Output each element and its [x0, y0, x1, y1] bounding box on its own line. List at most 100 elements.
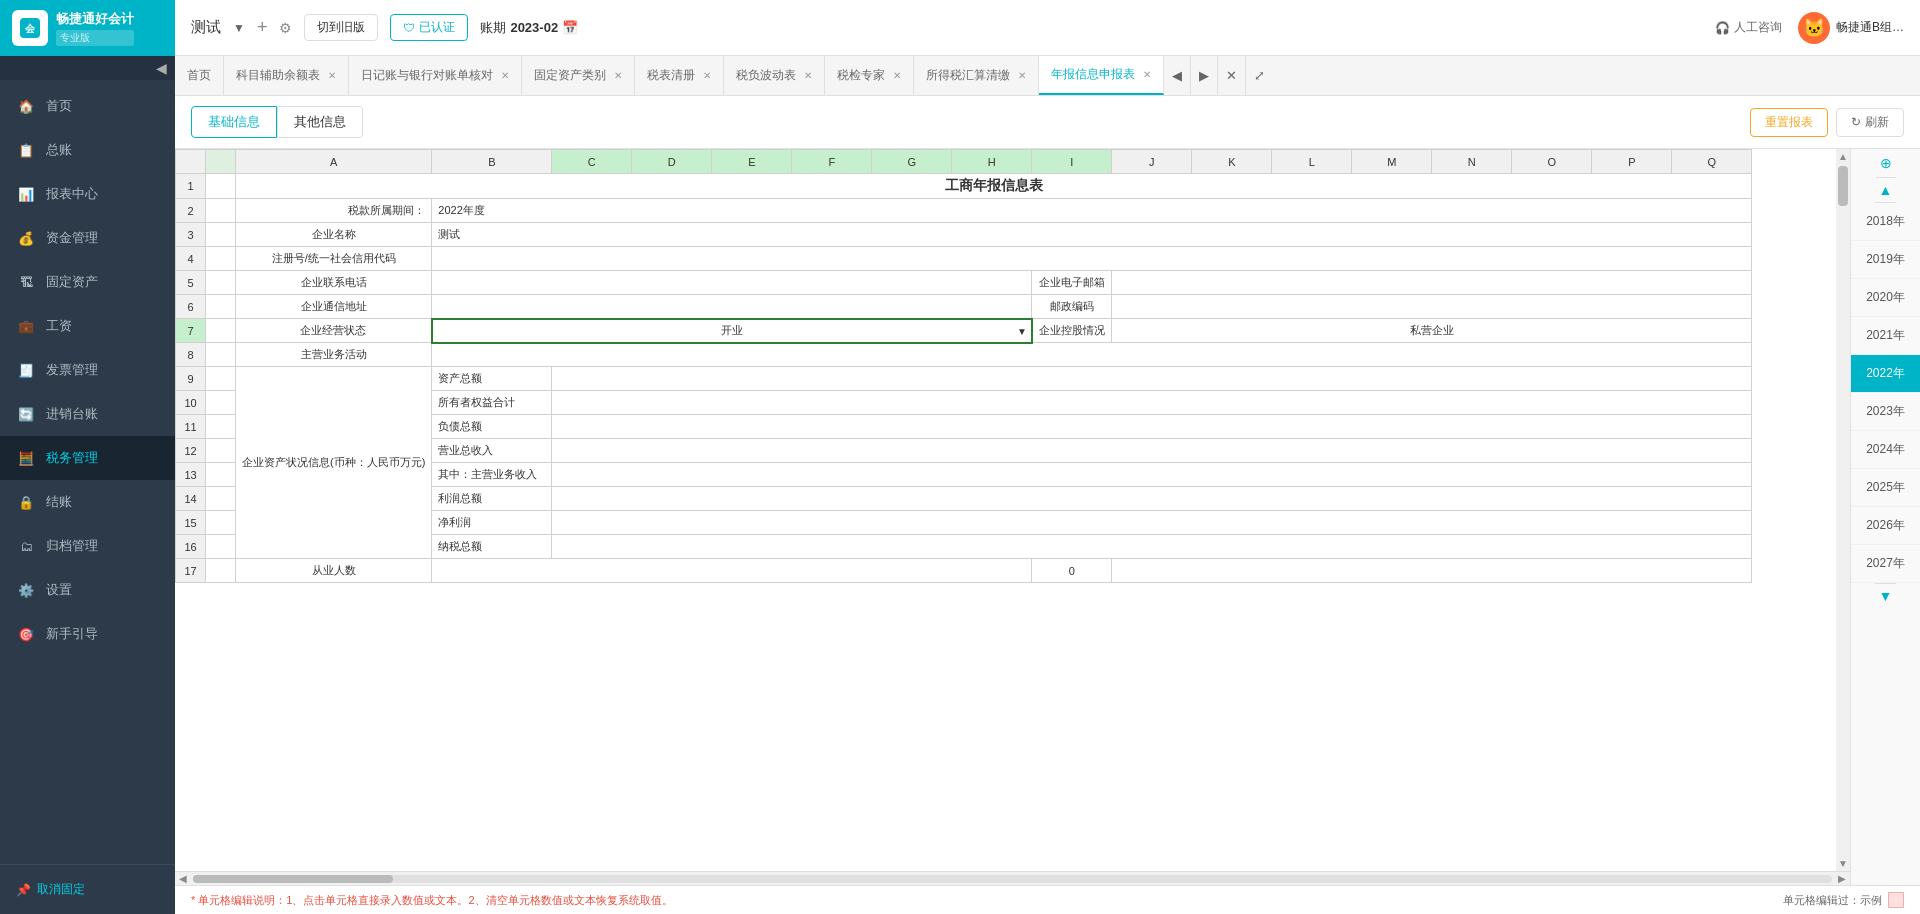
tab-close-icon[interactable]: ✕	[703, 70, 711, 81]
cell-17-J[interactable]: 0	[1032, 559, 1112, 583]
topbar-dropdown-btn[interactable]: ▼	[233, 21, 245, 35]
tab-home[interactable]: 首页	[175, 56, 224, 95]
horizontal-scrollbar[interactable]: ◀ ▶	[175, 871, 1850, 885]
cell-8-A[interactable]: 主营业务活动	[236, 343, 432, 367]
tab-close-icon[interactable]: ✕	[1018, 70, 1026, 81]
col-header-M[interactable]: M	[1352, 150, 1432, 174]
cell-13-C[interactable]	[552, 463, 1752, 487]
cell-11-B[interactable]: 负债总额	[432, 415, 552, 439]
cell-16-B[interactable]: 纳税总额	[432, 535, 552, 559]
col-header-L[interactable]: L	[1272, 150, 1352, 174]
cell-14-B[interactable]: 利润总额	[432, 487, 552, 511]
cell-7-A[interactable]: 企业经营状态	[236, 319, 432, 343]
cell-5-B[interactable]	[432, 271, 1032, 295]
tab-income-tax[interactable]: 所得税汇算清缴 ✕	[914, 56, 1039, 95]
cell-6-A[interactable]: 企业通信地址	[236, 295, 432, 319]
year-item-2021[interactable]: 2021年	[1851, 317, 1920, 355]
col-header-H[interactable]: H	[952, 150, 1032, 174]
cell-17-K[interactable]	[1112, 559, 1752, 583]
sidebar-item-ledger[interactable]: 📋 总账	[0, 128, 175, 172]
sidebar-item-tax[interactable]: 🧮 税务管理	[0, 436, 175, 480]
tab-close-all-btn[interactable]: ✕	[1218, 56, 1246, 95]
tab-annual-report[interactable]: 年报信息申报表 ✕	[1039, 56, 1164, 95]
calendar-icon[interactable]: 📅	[562, 20, 578, 35]
scroll-right-btn[interactable]: ▶	[1834, 873, 1850, 884]
cell-4-0[interactable]	[206, 247, 236, 271]
cell-5-J[interactable]: 企业电子邮箱	[1032, 271, 1112, 295]
pin-button[interactable]: 📌 取消固定	[16, 873, 159, 906]
col-header-F[interactable]: F	[792, 150, 872, 174]
cell-title[interactable]: 工商年报信息表	[236, 174, 1752, 199]
tab-tax-expert[interactable]: 税检专家 ✕	[825, 56, 914, 95]
cell-7-B-dropdown[interactable]: 开业 ▼	[432, 319, 1032, 343]
cell-15-C[interactable]	[552, 511, 1752, 535]
sheet-inner[interactable]: A B C D E F G H I J	[175, 149, 1836, 871]
tab-prev-btn[interactable]: ◀	[1164, 56, 1191, 95]
cell-17-B[interactable]	[432, 559, 1032, 583]
year-item-2022[interactable]: 2022年	[1851, 355, 1920, 393]
scroll-left-btn[interactable]: ◀	[175, 873, 191, 884]
cell-5-A[interactable]: 企业联系电话	[236, 271, 432, 295]
col-header-G[interactable]: G	[872, 150, 952, 174]
sidebar-item-salary[interactable]: 💼 工资	[0, 304, 175, 348]
year-item-2026[interactable]: 2026年	[1851, 507, 1920, 545]
cell-1-0[interactable]	[206, 174, 236, 199]
year-item-2024[interactable]: 2024年	[1851, 431, 1920, 469]
sidebar-item-settings[interactable]: ⚙️ 设置	[0, 568, 175, 612]
year-scroll-up-btn[interactable]: ⊕	[1876, 149, 1896, 178]
cell-7-J[interactable]: 企业控股情况	[1032, 319, 1112, 343]
refresh-btn[interactable]: ↻ 刷新	[1836, 108, 1904, 137]
scroll-up-btn[interactable]: ▲	[1836, 149, 1850, 164]
cell-9-B[interactable]: 资产总额	[432, 367, 552, 391]
sidebar-item-guide[interactable]: 🎯 新手引导	[0, 612, 175, 656]
sidebar-item-home[interactable]: 🏠 首页	[0, 84, 175, 128]
tab-auxiliary-balance[interactable]: 科目辅助余额表 ✕	[224, 56, 349, 95]
tab-close-icon[interactable]: ✕	[1143, 69, 1151, 80]
user-menu[interactable]: 🐱 畅捷通B组…	[1798, 12, 1904, 44]
sidebar-item-purchase[interactable]: 🔄 进销台账	[0, 392, 175, 436]
year-item-2020[interactable]: 2020年	[1851, 279, 1920, 317]
tab-bank-reconcile[interactable]: 日记账与银行对账单核对 ✕	[349, 56, 522, 95]
cell-6-J[interactable]: 邮政编码	[1032, 295, 1112, 319]
cell-13-0[interactable]	[206, 463, 236, 487]
vertical-scrollbar[interactable]: ▲ ▼	[1836, 149, 1850, 871]
cell-5-K[interactable]	[1112, 271, 1752, 295]
tab-close-icon[interactable]: ✕	[893, 70, 901, 81]
cell-8-0[interactable]	[206, 343, 236, 367]
cell-11-0[interactable]	[206, 415, 236, 439]
cell-15-B[interactable]: 净利润	[432, 511, 552, 535]
year-down-btn[interactable]: ▼	[1875, 583, 1897, 608]
sub-tab-basic[interactable]: 基础信息	[191, 106, 277, 138]
cell-14-0[interactable]	[206, 487, 236, 511]
sub-tab-other[interactable]: 其他信息	[277, 106, 363, 138]
sidebar-item-report[interactable]: 📊 报表中心	[0, 172, 175, 216]
col-header-K[interactable]: K	[1192, 150, 1272, 174]
cell-17-A[interactable]: 从业人数	[236, 559, 432, 583]
cell-16-C[interactable]	[552, 535, 1752, 559]
scroll-thumb[interactable]	[1838, 166, 1848, 206]
cell-4-A[interactable]: 注册号/统一社会信用代码	[236, 247, 432, 271]
cell-10-C[interactable]	[552, 391, 1752, 415]
cell-12-0[interactable]	[206, 439, 236, 463]
h-scroll-thumb[interactable]	[193, 875, 393, 883]
year-item-2023[interactable]: 2023年	[1851, 393, 1920, 431]
year-item-2018[interactable]: 2018年	[1851, 203, 1920, 241]
cell-7-K[interactable]: 私营企业	[1112, 319, 1752, 343]
tab-close-icon[interactable]: ✕	[328, 70, 336, 81]
col-header-A[interactable]: A	[236, 150, 432, 174]
cell-4-B[interactable]	[432, 247, 1752, 271]
col-header-J[interactable]: J	[1112, 150, 1192, 174]
cell-6-0[interactable]	[206, 295, 236, 319]
reset-btn[interactable]: 重置报表	[1750, 108, 1828, 137]
col-header-P[interactable]: P	[1592, 150, 1672, 174]
cell-2-A[interactable]: 税款所属期间：	[236, 199, 432, 223]
verified-btn[interactable]: 🛡 已认证	[390, 14, 468, 41]
year-item-2025[interactable]: 2025年	[1851, 469, 1920, 507]
topbar-add-btn[interactable]: +	[257, 17, 268, 38]
cell-3-B[interactable]: 测试	[432, 223, 1752, 247]
switch-old-btn[interactable]: 切到旧版	[304, 14, 378, 41]
cell-16-0[interactable]	[206, 535, 236, 559]
cell-9-0[interactable]	[206, 367, 236, 391]
col-header-Q[interactable]: Q	[1672, 150, 1752, 174]
col-header-rownum[interactable]	[206, 150, 236, 174]
